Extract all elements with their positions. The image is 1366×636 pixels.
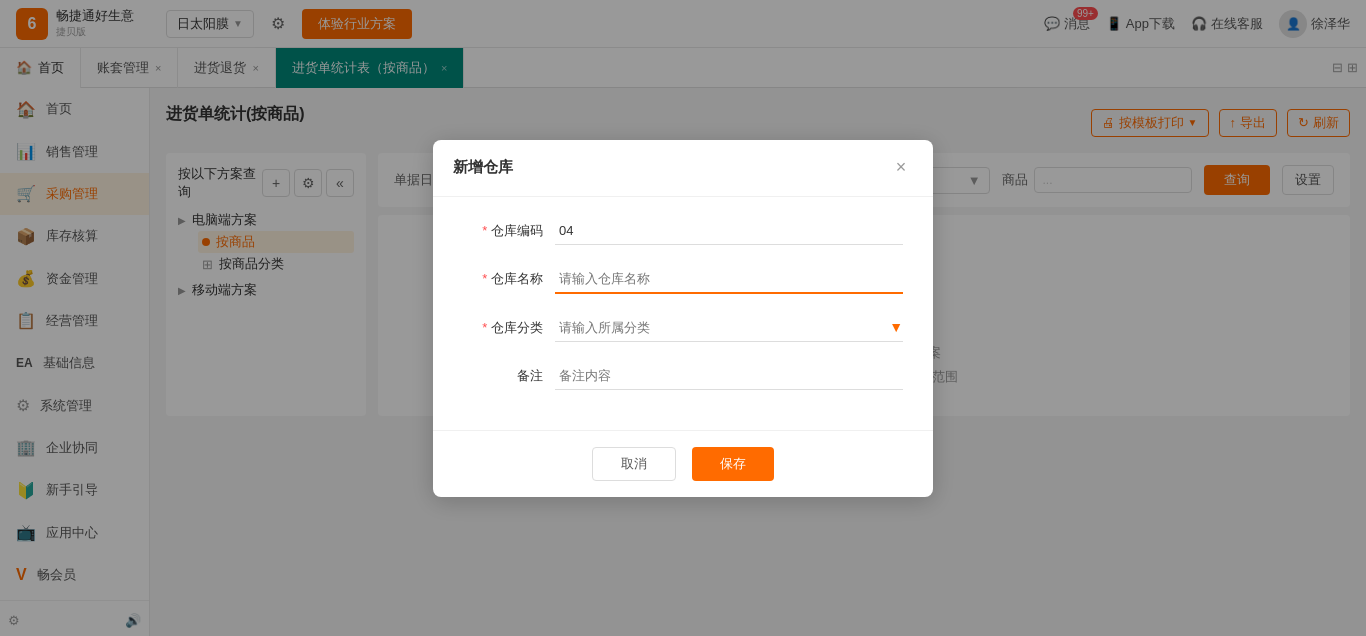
modal-body: 仓库编码 仓库名称 仓库分类 ▼ 备注 bbox=[433, 197, 933, 430]
field-remark: 备注 bbox=[463, 362, 903, 390]
field-warehouse-name: 仓库名称 bbox=[463, 265, 903, 294]
warehouse-category-select-wrap: ▼ bbox=[555, 314, 903, 342]
category-dropdown-arrow[interactable]: ▼ bbox=[889, 319, 903, 335]
remark-input[interactable] bbox=[555, 362, 903, 390]
remark-label: 备注 bbox=[463, 367, 543, 385]
warehouse-code-input[interactable] bbox=[555, 217, 903, 245]
modal-add-warehouse: 新增仓库 × 仓库编码 仓库名称 仓库分类 ▼ bbox=[433, 140, 933, 497]
modal-close-button[interactable]: × bbox=[889, 156, 913, 180]
warehouse-category-label: 仓库分类 bbox=[463, 319, 543, 337]
field-warehouse-code: 仓库编码 bbox=[463, 217, 903, 245]
warehouse-name-input[interactable] bbox=[555, 265, 903, 294]
field-warehouse-category: 仓库分类 ▼ bbox=[463, 314, 903, 342]
warehouse-category-input[interactable] bbox=[555, 314, 889, 341]
modal-header: 新增仓库 × bbox=[433, 140, 933, 197]
cancel-button[interactable]: 取消 bbox=[592, 447, 676, 481]
modal-overlay[interactable]: 新增仓库 × 仓库编码 仓库名称 仓库分类 ▼ bbox=[0, 0, 1366, 636]
modal-footer: 取消 保存 bbox=[433, 430, 933, 497]
save-button[interactable]: 保存 bbox=[692, 447, 774, 481]
modal-title: 新增仓库 bbox=[453, 158, 513, 177]
warehouse-name-label: 仓库名称 bbox=[463, 270, 543, 288]
warehouse-code-label: 仓库编码 bbox=[463, 222, 543, 240]
